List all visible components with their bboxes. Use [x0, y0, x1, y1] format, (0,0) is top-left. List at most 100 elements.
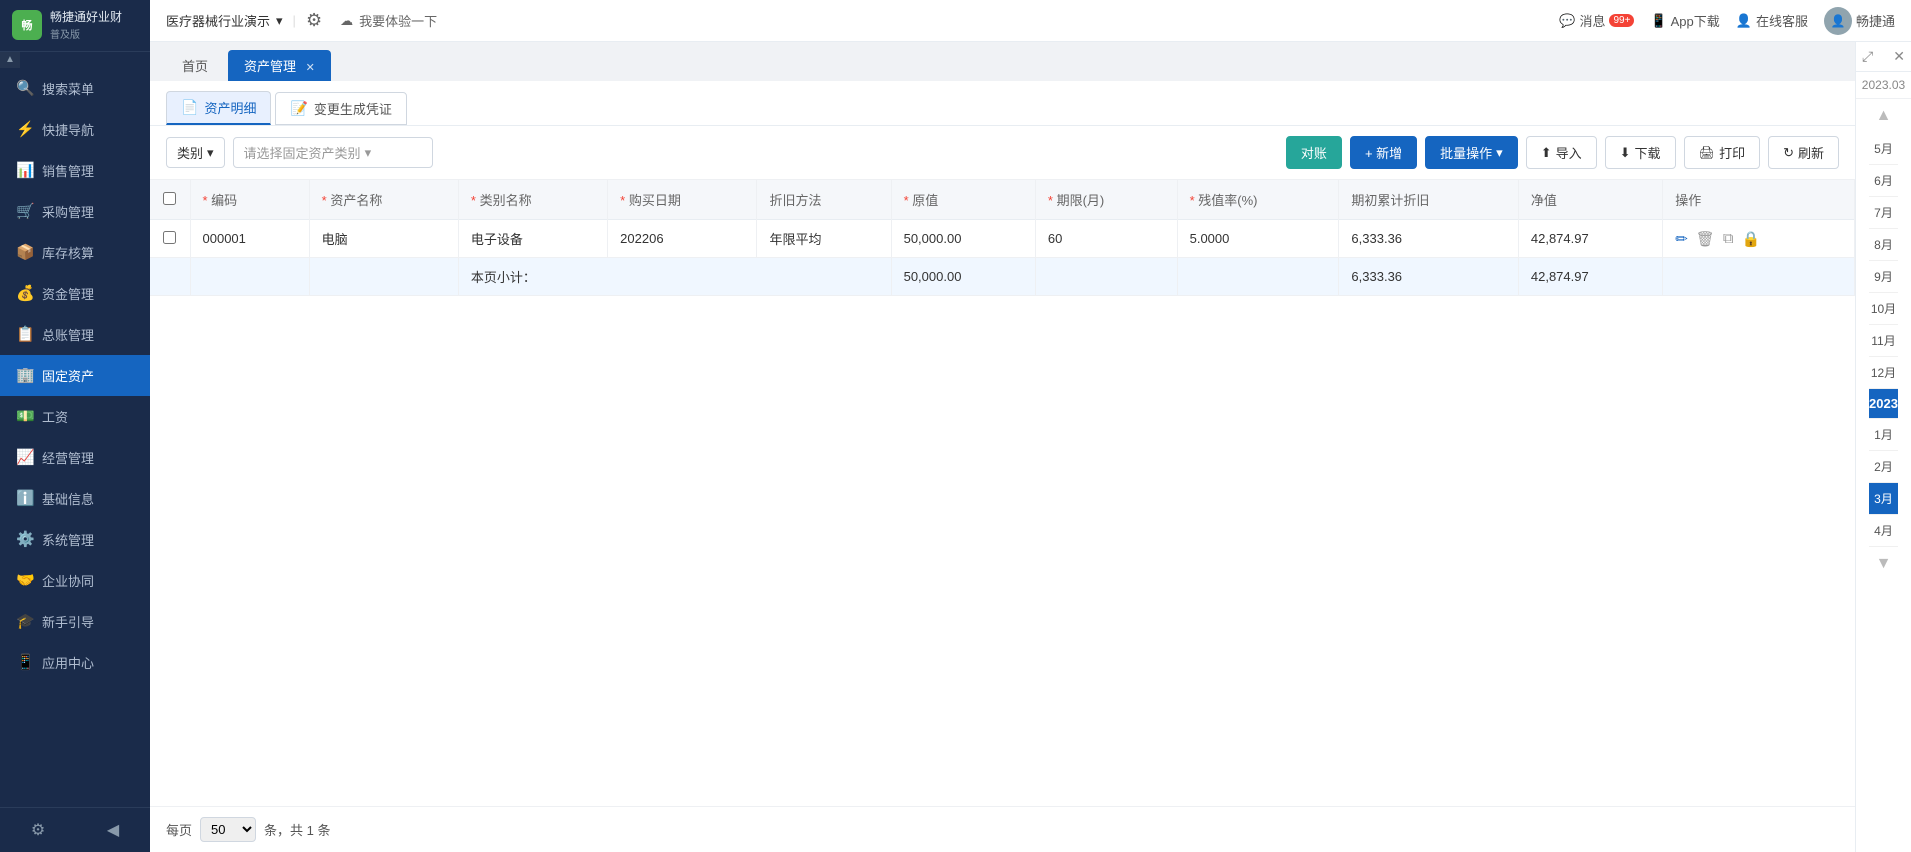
month-item[interactable]: 12月	[1869, 357, 1898, 389]
sidebar-item-payroll[interactable]: 💵 工资	[0, 396, 150, 437]
user-info[interactable]: 👤 畅捷通	[1824, 7, 1895, 35]
page-size-label: 每页	[166, 820, 192, 839]
lock-icon[interactable]: 🔒	[1742, 230, 1761, 248]
purchase-icon: 🛒	[16, 202, 34, 220]
sidebar-item-inventory[interactable]: 📦库存核算	[0, 232, 150, 273]
toolbar: 类别 ▾ 请选择固定资产类别 ▾ 对账 + 新增	[150, 126, 1855, 180]
collapse-icon[interactable]: ◀	[99, 816, 127, 844]
message-badge: 99+	[1609, 14, 1634, 27]
page-size-select[interactable]: 50 100 200	[200, 817, 256, 842]
company-name: 医疗器械行业演示	[166, 11, 270, 30]
sidebar-item-guide[interactable]: 🎓新手引导	[0, 601, 150, 642]
experience-btn[interactable]: ☁ 我要体验一下	[340, 11, 437, 30]
month-item[interactable]: 3月	[1869, 483, 1898, 515]
month-item[interactable]: 8月	[1869, 229, 1898, 261]
experience-label: 我要体验一下	[359, 11, 437, 30]
settings-icon[interactable]: ⚙	[306, 10, 322, 31]
experience-icon: ☁	[340, 13, 353, 29]
sidebar-item-system[interactable]: ⚙️系统管理	[0, 519, 150, 560]
sidebar-item-fund[interactable]: 💰资金管理	[0, 273, 150, 314]
delete-icon[interactable]: 🗑	[1696, 230, 1715, 248]
new-btn[interactable]: + 新增	[1350, 136, 1417, 169]
sidebar-item-search[interactable]: 🔍搜索菜单	[0, 68, 150, 109]
sidebar-item-fixed-assets[interactable]: 🏢固定资产	[0, 355, 150, 396]
sidebar-item-label: 固定资产	[42, 366, 94, 385]
tab-home[interactable]: 首页	[166, 50, 224, 81]
reconcile-btn[interactable]: 对账	[1286, 136, 1342, 169]
sidebar-item-label: 总账管理	[42, 325, 94, 344]
tabs-bar: 首页 资产管理 ✕	[150, 42, 1855, 81]
sidebar-item-business[interactable]: 📈经营管理	[0, 437, 150, 478]
user-avatar: 👤	[1824, 7, 1852, 35]
tab-close-btn[interactable]: ✕	[306, 62, 315, 74]
import-btn[interactable]: ⬆ 导入	[1526, 136, 1597, 169]
app-download-icon: 📱	[1650, 13, 1666, 29]
cell-period: 60	[1035, 220, 1177, 258]
row-checkbox[interactable]	[163, 231, 176, 244]
right-panel-expand-icon[interactable]: ⤢	[1862, 48, 1873, 65]
sidebar-scroll-up[interactable]: ▲	[0, 52, 20, 68]
main-area: 医疗器械行业演示 ▾ | ⚙ ☁ 我要体验一下 💬 消息 99+ 📱 App下载…	[150, 0, 1911, 852]
tab-asset-mgmt[interactable]: 资产管理 ✕	[228, 50, 331, 81]
app-download-btn[interactable]: 📱 App下载	[1650, 11, 1719, 30]
nav-up-icon[interactable]: ▲	[1872, 103, 1896, 129]
sidebar-item-enterprise[interactable]: 🤝企业协同	[0, 560, 150, 601]
message-btn[interactable]: 💬 消息 99+	[1559, 11, 1634, 30]
enterprise-icon: 🤝	[16, 571, 34, 589]
month-item[interactable]: 4月	[1869, 515, 1898, 547]
settings-icon[interactable]: ⚙	[23, 816, 53, 844]
sub-tab-asset-detail[interactable]: 📄 资产明细	[166, 91, 271, 125]
right-panel-close-btn[interactable]: ✕	[1893, 48, 1905, 65]
sidebar-item-label: 经营管理	[42, 448, 94, 467]
cell-depreciation-method: 年限平均	[757, 220, 891, 258]
batch-btn[interactable]: 批量操作 ▾	[1425, 136, 1518, 169]
month-item[interactable]: 9月	[1869, 261, 1898, 293]
month-item[interactable]: 5月	[1869, 133, 1898, 165]
month-item[interactable]: 10月	[1869, 293, 1898, 325]
category-filter[interactable]: 类别 ▾	[166, 137, 225, 168]
sidebar-item-label: 销售管理	[42, 161, 94, 180]
refresh-btn[interactable]: ↻ 刷新	[1768, 136, 1839, 169]
copy-icon[interactable]: ⧉	[1723, 230, 1734, 247]
nav-down-icon[interactable]: ▼	[1872, 551, 1896, 577]
toolbar-right: 对账 + 新增 批量操作 ▾ ⬆ 导入	[1286, 136, 1839, 169]
select-all-checkbox[interactable]	[163, 192, 176, 205]
sidebar-item-label: 库存核算	[42, 243, 94, 262]
table-area[interactable]: 编码 资产名称 类别名称 购买日期 折旧方法 原值 期限(月) 残值率(%) 期…	[150, 180, 1855, 806]
edit-icon[interactable]: ✏	[1675, 230, 1688, 248]
sub-tab-change-voucher[interactable]: 📝 变更生成凭证	[275, 92, 406, 125]
sidebar-item-basic-info[interactable]: ℹ️基础信息	[0, 478, 150, 519]
sidebar-item-sales[interactable]: 📊销售管理	[0, 150, 150, 191]
download-btn[interactable]: ⬇ 下载	[1605, 136, 1676, 169]
fund-icon: 💰	[16, 284, 34, 302]
sidebar-item-app-center[interactable]: 📱应用中心	[0, 642, 150, 683]
sidebar-item-purchase[interactable]: 🛒采购管理	[0, 191, 150, 232]
year-2023-label[interactable]: 2023	[1869, 389, 1898, 419]
right-panel-nav-up: ▲	[1872, 99, 1896, 133]
sidebar-item-label: 应用中心	[42, 653, 94, 672]
cell-original-value: 50,000.00	[891, 220, 1035, 258]
col-net-value: 净值	[1518, 180, 1662, 220]
online-service-btn[interactable]: 👤 在线客服	[1736, 11, 1808, 30]
month-item[interactable]: 1月	[1869, 419, 1898, 451]
app-subtitle: 普及版	[50, 26, 122, 41]
change-voucher-icon: 📝	[290, 100, 307, 117]
month-item[interactable]: 2月	[1869, 451, 1898, 483]
table-row: 000001 电脑 电子设备 202206 年限平均 50,000.00 60 …	[150, 220, 1855, 258]
month-item[interactable]: 6月	[1869, 165, 1898, 197]
subtotal-label: 本页小计：	[471, 270, 536, 285]
cell-category-name: 电子设备	[458, 220, 607, 258]
sidebar-item-label: 工资	[42, 407, 68, 426]
asset-type-filter[interactable]: 请选择固定资产类别 ▾	[233, 137, 433, 168]
company-selector[interactable]: 医疗器械行业演示 ▾	[166, 11, 283, 30]
month-item[interactable]: 11月	[1869, 325, 1898, 357]
sidebar-item-quick-nav[interactable]: ⚡快捷导航	[0, 109, 150, 150]
asset-table: 编码 资产名称 类别名称 购买日期 折旧方法 原值 期限(月) 残值率(%) 期…	[150, 180, 1855, 296]
print-btn[interactable]: 🖨 打印	[1684, 136, 1761, 169]
sidebar-item-ledger[interactable]: 📋 总账管理	[0, 314, 150, 355]
ledger-icon: 📋	[16, 325, 34, 343]
filter-row: 类别 ▾ 请选择固定资产类别 ▾	[166, 137, 433, 168]
month-item[interactable]: 7月	[1869, 197, 1898, 229]
payroll-icon: 💵	[16, 407, 34, 425]
cell-accumulated-depreciation: 6,333.36	[1339, 220, 1518, 258]
